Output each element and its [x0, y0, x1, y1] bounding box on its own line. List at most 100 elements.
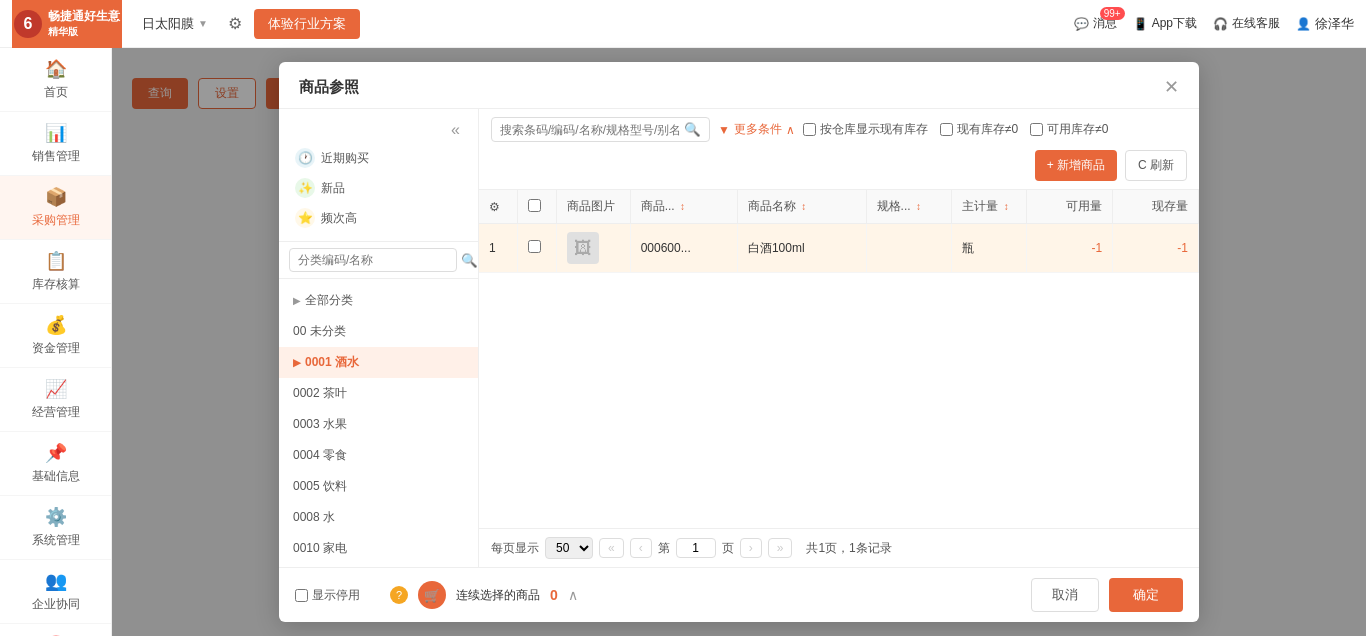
nav-dropdown[interactable]: 日太阳膜 ▼ [134, 11, 216, 37]
category-search-input[interactable] [289, 248, 457, 272]
table-header-row: ⚙ 商品图片 商品... ↕ [479, 190, 1199, 224]
message-button[interactable]: 💬 消息 99+ [1074, 15, 1117, 32]
category-search-button[interactable]: 🔍 [461, 253, 478, 268]
trial-button[interactable]: 体验行业方案 [254, 9, 360, 39]
col-avail-header: 可用量 [1027, 190, 1113, 224]
col-code-header[interactable]: 商品... ↕ [630, 190, 737, 224]
cart-button[interactable]: 🛒 [418, 581, 446, 609]
row-code: 000600... [630, 224, 737, 273]
usable-stock-checkbox[interactable] [1030, 123, 1043, 136]
message-badge: 99+ [1100, 7, 1125, 20]
sidebar-item-guide[interactable]: 🎯 新手引导 [0, 624, 111, 636]
app-download-button[interactable]: 📱 App下载 [1133, 15, 1197, 32]
category-list: ▶ 全部分类 00 未分类 ▶ 0001 酒水 0002 茶 [279, 279, 478, 567]
by-warehouse-label: 按仓库显示现有库存 [820, 121, 928, 138]
more-filter-button[interactable]: ▼ 更多条件 ∧ [718, 121, 795, 138]
cat-label: 0008 水 [293, 509, 335, 526]
cat-item-3[interactable]: 0003 水果 [279, 409, 478, 440]
username-label: 徐泽华 [1315, 15, 1354, 33]
page-suffix: 页 [722, 540, 734, 557]
header-nav: 日太阳膜 ▼ ⚙ 体验行业方案 [122, 9, 1074, 39]
modal-close-button[interactable]: ✕ [1164, 76, 1179, 98]
cat-item-4[interactable]: 0004 零食 [279, 440, 478, 471]
sidebar-item-home[interactable]: 🏠 首页 [0, 48, 111, 112]
quick-filter-recent[interactable]: 🕐 近期购买 [289, 143, 468, 173]
add-product-button[interactable]: + 新增商品 [1035, 150, 1117, 181]
cb-usable-stock[interactable]: 可用库存≠0 [1030, 121, 1108, 138]
cat-item-0[interactable]: 00 未分类 [279, 316, 478, 347]
nav-dropdown-label: 日太阳膜 [142, 15, 194, 33]
frequent-icon: ⭐ [295, 208, 315, 228]
recent-label: 近期购买 [321, 150, 369, 167]
cat-item-6[interactable]: 0008 水 [279, 502, 478, 533]
gear-button[interactable]: ⚙ [224, 10, 246, 37]
page-prev-button[interactable]: ‹ [630, 538, 652, 558]
sidebar-item-label: 库存核算 [32, 276, 80, 293]
help-icon[interactable]: ? [390, 586, 408, 604]
user-icon: 👤 [1296, 17, 1311, 31]
product-table-container: ⚙ 商品图片 商品... ↕ [479, 190, 1199, 528]
confirm-button[interactable]: 确定 [1109, 578, 1183, 612]
sort-icon: ↕ [916, 201, 921, 212]
search-button[interactable]: 🔍 [684, 122, 701, 137]
select-all-checkbox[interactable] [528, 199, 541, 212]
page-input[interactable] [676, 538, 716, 558]
header-right: 💬 消息 99+ 📱 App下载 🎧 在线客服 👤 徐泽华 [1074, 15, 1354, 33]
cat-item-5[interactable]: 0005 饮料 [279, 471, 478, 502]
refresh-button[interactable]: C 刷新 [1125, 150, 1187, 181]
online-service-button[interactable]: 🎧 在线客服 [1213, 15, 1280, 32]
sidebar-item-label: 采购管理 [32, 212, 80, 229]
col-spec-header[interactable]: 规格... ↕ [866, 190, 952, 224]
page-next-button[interactable]: › [740, 538, 762, 558]
collapse-panel-button[interactable]: « [443, 117, 468, 143]
usable-label: 可用库存≠0 [1047, 121, 1108, 138]
sidebar-item-inventory[interactable]: 📋 库存核算 [0, 240, 111, 304]
filter-arrow-icon: ∧ [786, 123, 795, 137]
sidebar-item-operations[interactable]: 📈 经营管理 [0, 368, 111, 432]
sidebar-item-procurement[interactable]: 📦 采购管理 [0, 176, 111, 240]
col-unit-header[interactable]: 主计量 ↕ [952, 190, 1027, 224]
cat-item-all[interactable]: ▶ 全部分类 [279, 285, 478, 316]
product-search-input[interactable] [500, 123, 680, 137]
product-reference-modal: 商品参照 ✕ « 🕐 近期购买 [279, 62, 1199, 622]
app-download-label: App下载 [1152, 15, 1197, 32]
headset-icon: 🎧 [1213, 17, 1228, 31]
by-warehouse-checkbox[interactable] [803, 123, 816, 136]
show-disabled-label[interactable]: 显示停用 [295, 587, 360, 604]
sidebar-item-basic-info[interactable]: 📌 基础信息 [0, 432, 111, 496]
per-page-select[interactable]: 50 [545, 537, 593, 559]
cb-by-warehouse[interactable]: 按仓库显示现有库存 [803, 121, 928, 138]
table-row[interactable]: 1 🖼 000600... 白酒100ml [479, 224, 1199, 273]
cat-item-2[interactable]: 0002 茶叶 [279, 378, 478, 409]
collapse-footer-button[interactable]: ∧ [568, 587, 578, 603]
sidebar-item-collaboration[interactable]: 👥 企业协同 [0, 560, 111, 624]
col-name-header[interactable]: 商品名称 ↕ [737, 190, 866, 224]
quick-filters: « 🕐 近期购买 ✨ 新品 ⭐ [279, 109, 478, 242]
pagination: 每页显示 50 « ‹ 第 页 › » 共1页，1条记录 [479, 528, 1199, 567]
available-stock-checkbox[interactable] [940, 123, 953, 136]
product-panel: 🔍 ▼ 更多条件 ∧ 按仓库显示现有库存 [479, 109, 1199, 567]
per-page-label: 每页显示 [491, 540, 539, 557]
sidebar-item-finance[interactable]: 💰 资金管理 [0, 304, 111, 368]
col-check [518, 190, 557, 224]
show-disabled-checkbox[interactable] [295, 589, 308, 602]
row-checkbox[interactable] [528, 240, 541, 253]
quick-filter-frequent[interactable]: ⭐ 频次高 [289, 203, 468, 233]
sidebar: 🏠 首页 📊 销售管理 📦 采购管理 📋 库存核算 💰 资金管理 📈 经营管理 … [0, 48, 112, 636]
cb-available-stock[interactable]: 现有库存≠0 [940, 121, 1018, 138]
home-icon: 🏠 [45, 58, 67, 80]
quick-filter-new[interactable]: ✨ 新品 [289, 173, 468, 203]
footer-left: 显示停用 [295, 587, 360, 604]
cat-label: 0004 零食 [293, 447, 347, 464]
page-first-button[interactable]: « [599, 538, 624, 558]
col-settings[interactable]: ⚙ [479, 190, 518, 224]
row-available: -1 [1027, 224, 1113, 273]
row-index: 1 [479, 224, 518, 273]
cat-item-7[interactable]: 0010 家电 [279, 533, 478, 564]
sidebar-item-system[interactable]: ⚙️ 系统管理 [0, 496, 111, 560]
cancel-button[interactable]: 取消 [1031, 578, 1099, 612]
sidebar-item-sales[interactable]: 📊 销售管理 [0, 112, 111, 176]
cat-item-1[interactable]: ▶ 0001 酒水 [279, 347, 478, 378]
page-last-button[interactable]: » [768, 538, 793, 558]
user-avatar[interactable]: 👤 徐泽华 [1296, 15, 1354, 33]
